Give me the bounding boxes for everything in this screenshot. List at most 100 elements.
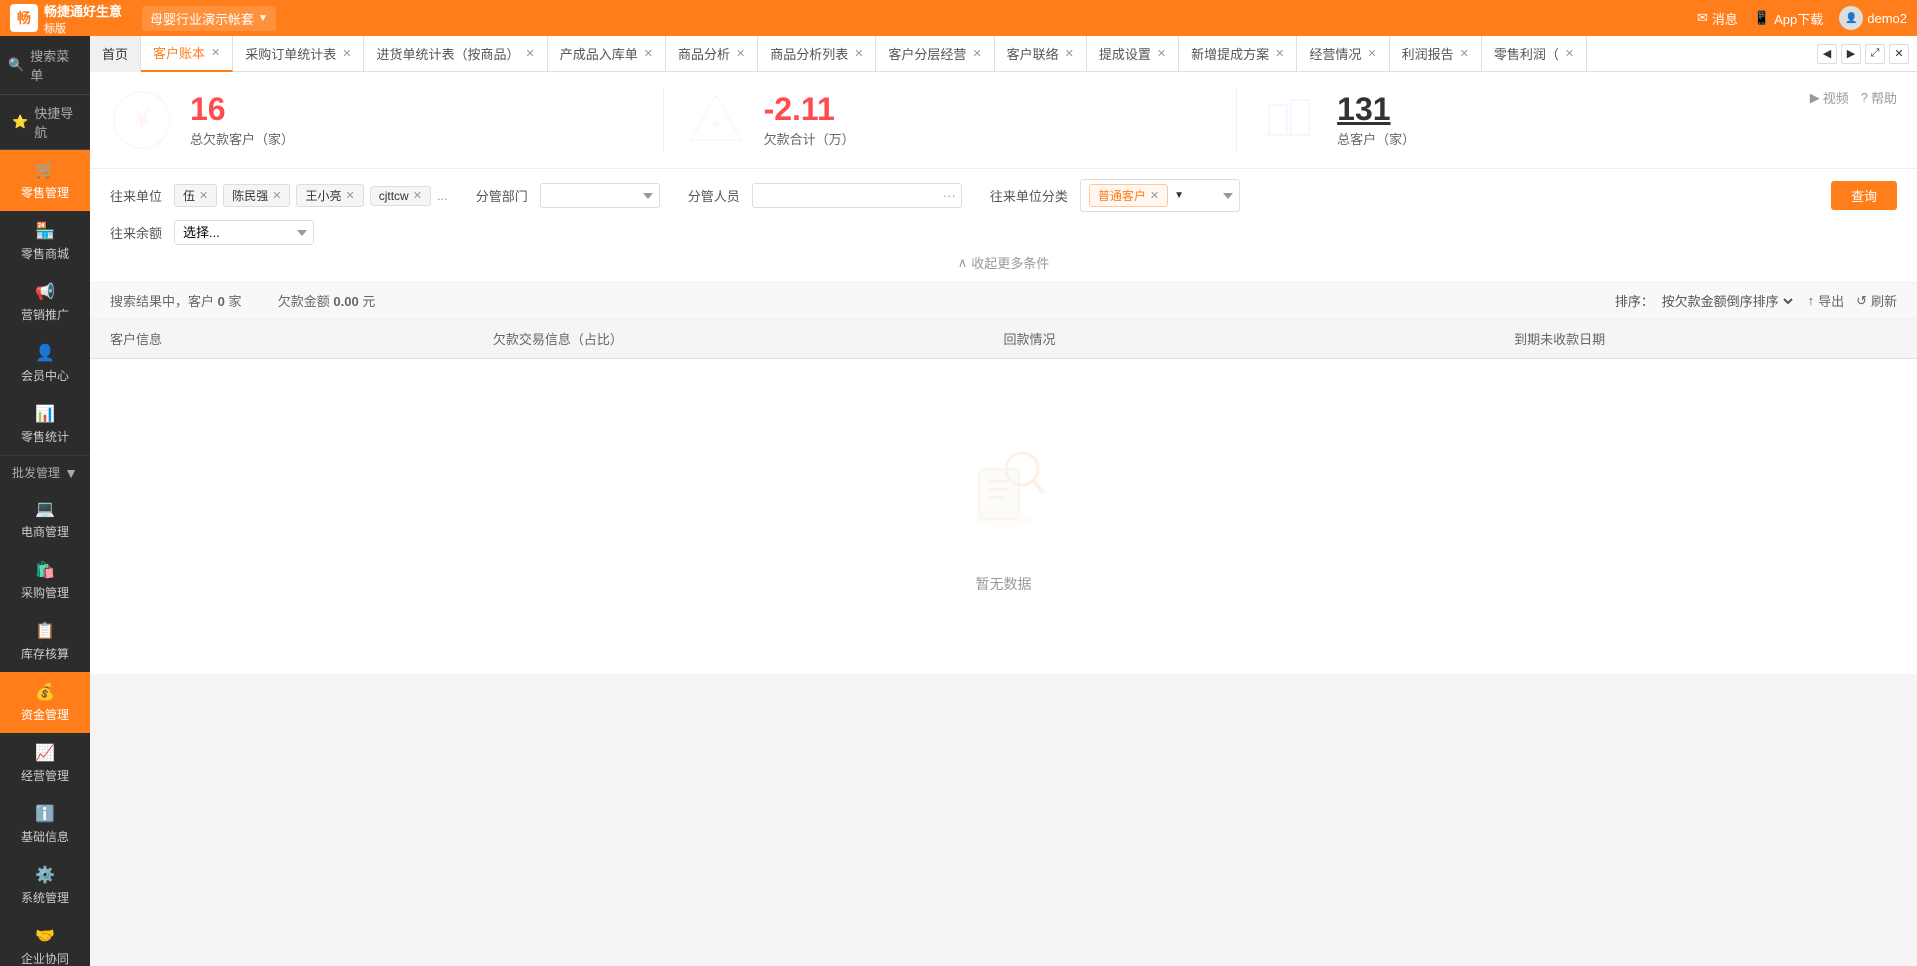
avatar: 👤 [1839,6,1863,30]
stat-help: ▶ 视频 ? 帮助 [1810,88,1897,107]
person-input-wrap: ··· [752,183,962,208]
stat-overdue-customers: ¥ 16 总欠款客户（家） [110,88,664,152]
tab-close-customer-book[interactable]: ✕ [211,46,220,59]
tab-retail-profit[interactable]: 零售利润（ ✕ [1482,36,1587,72]
logo-text: 畅捷通好生意 标版 [44,1,122,36]
balance-label: 往来余额 [110,223,162,242]
account-dropdown[interactable]: 母婴行业演示帐套 ▼ [142,6,276,31]
sidebar-item-retail-shop[interactable]: 🏪 零售商城 [0,211,90,272]
sidebar-item-enterprise-collab[interactable]: 🤝 企业协同 [0,916,90,966]
tab-close-all[interactable]: ✕ [1889,44,1909,64]
tab-new-advance-plan[interactable]: 新增提成方案 ✕ [1179,36,1297,72]
sidebar-search[interactable]: 🔍 搜索菜单 [0,36,90,95]
tab-close-inventory[interactable]: ✕ [526,47,535,60]
filter-tag-wu: 伍 ✕ [174,184,217,207]
tab-purchase-inventory-stat[interactable]: 进货单统计表（按商品） ✕ [364,36,547,72]
stat-value-total: 131 [1337,93,1415,125]
sidebar-item-operations[interactable]: 📈 经营管理 [0,733,90,794]
overdue-amount-icon: ✦ [684,88,748,152]
tab-scroll-left[interactable]: ◀ [1817,44,1837,64]
sidebar-item-member-center[interactable]: 👤 会员中心 [0,333,90,394]
stat-info-customers: 16 总欠款客户（家） [190,93,294,148]
tab-bar: 首页 客户账本 ✕ 采购订单统计表 ✕ 进货单统计表（按商品） ✕ 产成品入库单… [90,36,1917,72]
tab-close-contact[interactable]: ✕ [1065,47,1074,60]
stats-section: ¥ 16 总欠款客户（家） ✦ [90,72,1917,169]
message-icon: ✉ [1697,10,1708,26]
tab-close-production[interactable]: ✕ [644,47,653,60]
sidebar-item-marketing[interactable]: 📢 营销推广 [0,272,90,333]
tab-close-advance[interactable]: ✕ [1157,47,1166,60]
sidebar-quick-nav[interactable]: ⭐ 快捷导航 [0,95,90,150]
tab-close-product-list[interactable]: ✕ [854,47,863,60]
person-input-more[interactable]: ··· [943,188,956,203]
sidebar-item-retail-management[interactable]: 🛒 零售管理 [0,150,90,211]
person-input[interactable] [752,183,962,208]
tab-purchase-order-stat[interactable]: 采购订单统计表 ✕ [233,36,364,72]
stat-overdue-amount: ✦ -2.11 欠款合计（万） [684,88,1238,152]
sidebar-item-basic-info[interactable]: ℹ️ 基础信息 [0,794,90,855]
tab-close-customer-segment[interactable]: ✕ [972,47,981,60]
empty-text: 暂无数据 [976,574,1032,594]
tab-business-situation[interactable]: 经营情况 ✕ [1297,36,1389,72]
tab-production-inbound[interactable]: 产成品入库单 ✕ [548,36,666,72]
collapse-more-btn[interactable]: ∧ 收起更多条件 [958,253,1050,272]
sidebar-item-purchase[interactable]: 🛍️ 采购管理 [0,550,90,611]
video-help-btn[interactable]: ▶ 视频 [1810,88,1849,107]
tab-home[interactable]: 首页 [90,36,141,72]
result-bar: 搜索结果中，客户 0 家 欠款金额 0.00 元 排序： 按欠款金额倒序排序 [90,283,1917,319]
info-icon: ℹ️ [35,804,55,824]
tab-close-new-advance[interactable]: ✕ [1275,47,1284,60]
dept-select-wrap [540,183,660,208]
unit-more-btn[interactable]: ... [437,188,448,203]
filter-row-2: 往来余额 选择... [110,220,1897,245]
mobile-icon: 📱 [1754,10,1770,26]
tab-close-product-analysis[interactable]: ✕ [736,47,745,60]
empty-icon [954,439,1054,558]
tab-customer-book[interactable]: 客户账本 ✕ [141,36,233,72]
app-container: 畅 畅捷通好生意 标版 母婴行业演示帐套 ▼ ✉ 消息 📱 App下载 👤 de… [0,0,1917,966]
app-download-btn[interactable]: 📱 App下载 [1754,9,1823,28]
query-btn[interactable]: 查询 [1831,181,1897,210]
user-menu[interactable]: 👤 demo2 [1839,6,1907,30]
tab-close-profit[interactable]: ✕ [1460,47,1469,60]
sidebar-item-ecommerce[interactable]: 💻 电商管理 [0,489,90,550]
dept-select[interactable] [540,183,660,208]
tab-close-retail-profit[interactable]: ✕ [1565,47,1574,60]
balance-select[interactable]: 选择... [174,220,314,245]
tab-customer-segment[interactable]: 客户分层经营 ✕ [876,36,994,72]
tab-advance-settings[interactable]: 提成设置 ✕ [1087,36,1179,72]
result-info: 搜索结果中，客户 0 家 欠款金额 0.00 元 [110,291,375,310]
tab-close-purchase-order[interactable]: ✕ [342,47,351,60]
close-tag-chen[interactable]: ✕ [272,189,281,202]
tab-profit-report[interactable]: 利润报告 ✕ [1390,36,1482,72]
close-tag-wu[interactable]: ✕ [199,189,208,202]
unit-type-select[interactable]: 普通客户 ✕ ▼ [1080,179,1240,212]
help-btn[interactable]: ? 帮助 [1861,88,1897,107]
sidebar-item-fund-management[interactable]: 💰 资金管理 [0,672,90,733]
close-unit-type[interactable]: ✕ [1150,189,1159,202]
table-header: 客户信息 欠款交易信息（占比） 回款情况 到期未收款日期 [90,319,1917,359]
tab-close-business[interactable]: ✕ [1367,47,1376,60]
refresh-btn[interactable]: ↺ 刷新 [1856,291,1897,310]
tab-customer-contact[interactable]: 客户联络 ✕ [995,36,1087,72]
table-col-overdue: 欠款交易信息（占比） [493,329,1004,348]
gear-icon: ⚙️ [35,865,55,885]
result-customer-count: 0 [218,294,225,309]
sort-select[interactable]: 按欠款金额倒序排序 [1658,293,1796,310]
export-icon: ↑ [1808,293,1815,308]
tab-scroll-right[interactable]: ▶ [1841,44,1861,64]
filter-section: 往来单位 伍 ✕ 陈民强 ✕ 王小亮 [90,169,1917,283]
tab-product-analysis[interactable]: 商品分析 ✕ [666,36,758,72]
close-tag-wang[interactable]: ✕ [346,189,355,202]
export-btn[interactable]: ↑ 导出 [1808,291,1845,310]
stat-info-amount: -2.11 欠款合计（万） [764,93,855,148]
sidebar-item-retail-stats[interactable]: 📊 零售统计 [0,394,90,455]
close-tag-cjttcw[interactable]: ✕ [413,189,422,202]
filter-tag-cjttcw: cjttcw ✕ [370,186,431,206]
sidebar-item-inventory[interactable]: 📋 库存核算 [0,611,90,672]
sidebar-item-batch-management[interactable]: 批发管理 ▼ [0,455,90,489]
sidebar-item-system[interactable]: ⚙️ 系统管理 [0,855,90,916]
message-btn[interactable]: ✉ 消息 [1697,9,1738,28]
tab-product-analysis-list[interactable]: 商品分析列表 ✕ [758,36,876,72]
tab-expand[interactable]: ⤢ [1865,44,1885,64]
